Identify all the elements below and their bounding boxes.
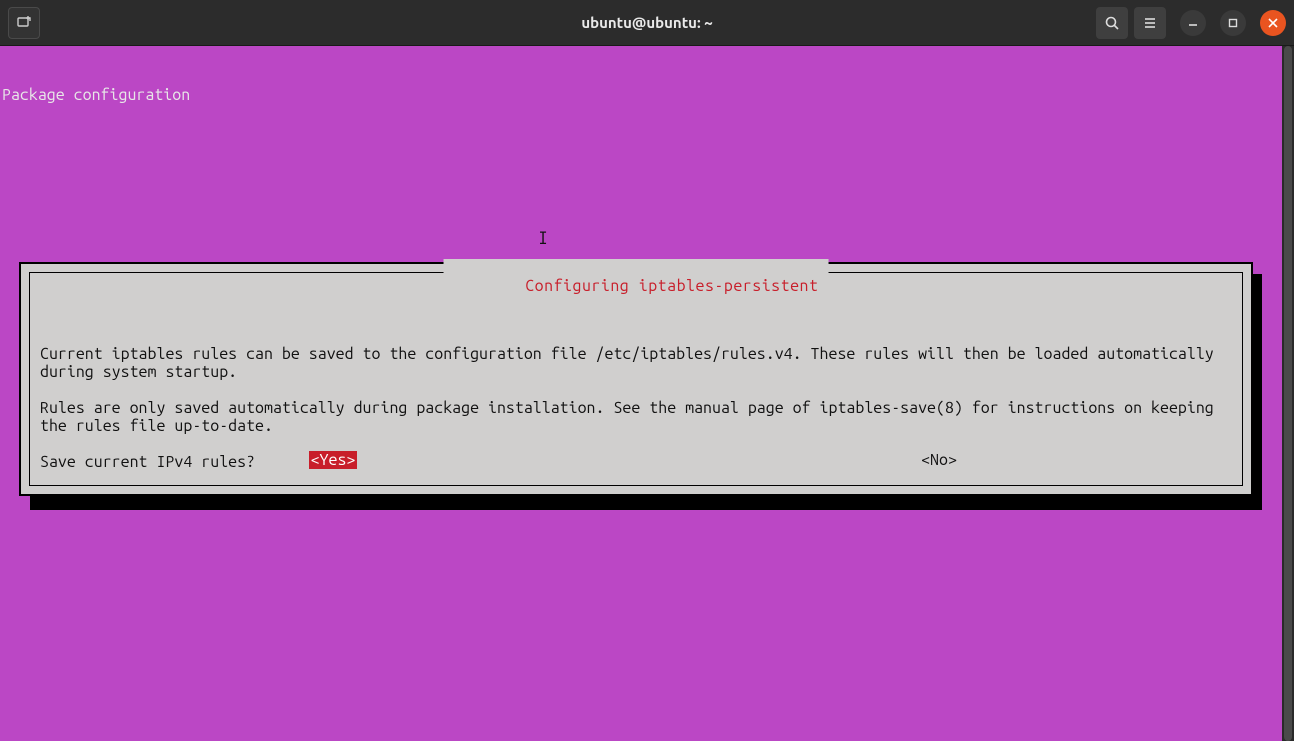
config-dialog: Configuring iptables-persistent Current … bbox=[19, 262, 1253, 496]
terminal-area[interactable]: Package configuration I Configuring ipta… bbox=[0, 46, 1294, 741]
titlebar-right-controls bbox=[1096, 7, 1286, 39]
terminal-scrollbar[interactable] bbox=[1282, 46, 1294, 741]
minimize-icon bbox=[1188, 18, 1198, 28]
package-config-header: Package configuration bbox=[0, 82, 1294, 108]
hamburger-menu-button[interactable] bbox=[1134, 7, 1166, 39]
close-icon bbox=[1268, 18, 1278, 28]
search-icon bbox=[1104, 15, 1120, 31]
dialog-title: Configuring iptables-persistent bbox=[525, 277, 818, 295]
window-close-button[interactable] bbox=[1260, 10, 1286, 36]
dialog-no-area: <No> bbox=[636, 451, 1242, 469]
dialog-yes-area: <Yes> bbox=[30, 451, 636, 469]
yes-button[interactable]: <Yes> bbox=[309, 451, 358, 469]
maximize-icon bbox=[1228, 18, 1238, 28]
no-button[interactable]: <No> bbox=[919, 451, 959, 469]
window-minimize-button[interactable] bbox=[1180, 10, 1206, 36]
scrollbar-thumb[interactable] bbox=[1284, 46, 1292, 741]
new-tab-icon bbox=[16, 15, 32, 31]
new-tab-button[interactable] bbox=[8, 7, 40, 39]
search-button[interactable] bbox=[1096, 7, 1128, 39]
dialog-paragraph-2: Rules are only saved automatically durin… bbox=[40, 399, 1223, 435]
titlebar-left-controls bbox=[8, 7, 40, 39]
dialog-button-row: <Yes> <No> bbox=[30, 451, 1242, 469]
text-cursor-icon: I bbox=[538, 229, 545, 247]
window-maximize-button[interactable] bbox=[1220, 10, 1246, 36]
dialog-title-wrap: Configuring iptables-persistent bbox=[444, 259, 829, 313]
window-title: ubuntu@ubuntu: ~ bbox=[581, 14, 712, 31]
hamburger-icon bbox=[1142, 15, 1158, 31]
dialog-paragraph-1: Current iptables rules can be saved to t… bbox=[40, 345, 1223, 381]
dialog-inner-border: Configuring iptables-persistent Current … bbox=[29, 272, 1243, 486]
window-titlebar: ubuntu@ubuntu: ~ bbox=[0, 0, 1294, 46]
